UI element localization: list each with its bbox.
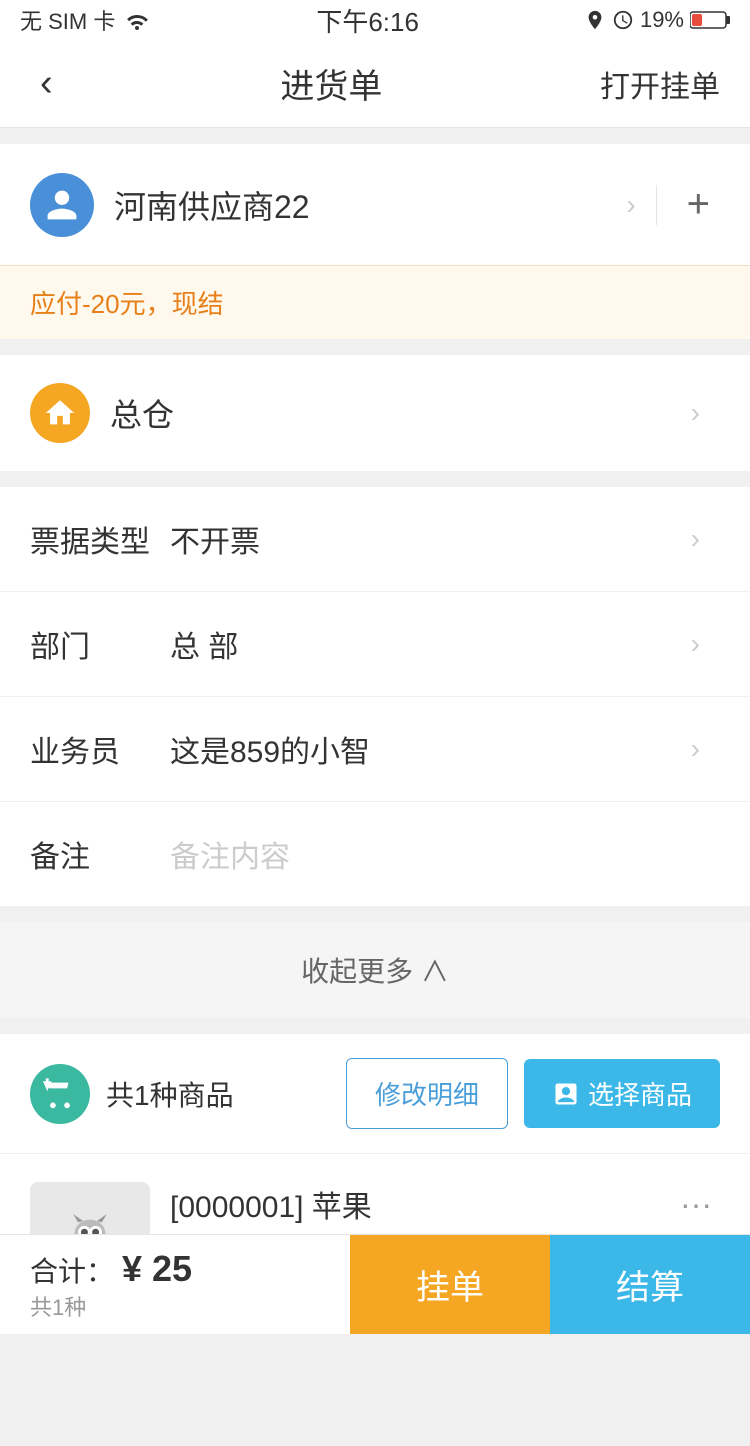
- warehouse-icon-wrap: [30, 383, 90, 443]
- supplier-avatar: [30, 173, 94, 237]
- wifi-icon: [123, 10, 151, 30]
- supplier-row[interactable]: 河南供应商22 › +: [0, 144, 750, 265]
- select-product-icon: [552, 1080, 580, 1108]
- total-prefix: 合计：: [30, 1250, 114, 1290]
- total-amount: ¥ 25: [122, 1248, 192, 1290]
- dept-value: 总 部: [160, 622, 691, 666]
- dept-row[interactable]: 部门 总 部 ›: [0, 592, 750, 697]
- sim-label: 无 SIM 卡: [20, 4, 115, 36]
- status-right: 19%: [584, 7, 730, 33]
- product-code: [0000001]: [170, 1191, 312, 1224]
- collapse-row[interactable]: 收起更多 ∧: [0, 922, 750, 1018]
- supplier-alert: 应付-20元，现结: [0, 265, 750, 339]
- collapse-label: 收起更多 ∧: [301, 950, 449, 990]
- status-time: 下午6:16: [316, 2, 419, 39]
- supplier-chevron-icon: ›: [626, 189, 635, 221]
- battery-label: 19%: [640, 7, 684, 33]
- status-bar: 无 SIM 卡 下午6:16 19%: [0, 0, 750, 40]
- nav-bar: ‹ 进货单 打开挂单: [0, 40, 750, 128]
- person-icon: [44, 187, 80, 223]
- invoice-row[interactable]: 票据类型 不开票 ›: [0, 487, 750, 592]
- agent-label: 业务员: [30, 727, 160, 771]
- alarm-icon: [612, 9, 634, 31]
- agent-chevron-icon: ›: [691, 733, 700, 765]
- bottom-bar: 合计： ¥ 25 共1种 挂单 结算: [0, 1234, 750, 1334]
- product-count: 共1种商品: [106, 1074, 330, 1114]
- total-label: 合计： ¥ 25: [30, 1248, 320, 1290]
- invoice-label: 票据类型: [30, 517, 160, 561]
- product-icon-wrap: [30, 1064, 90, 1124]
- total-sub: 共1种: [30, 1290, 320, 1322]
- remark-row[interactable]: 备注 备注内容: [0, 802, 750, 906]
- battery-icon: [690, 10, 730, 30]
- warehouse-chevron-icon: ›: [691, 397, 700, 429]
- invoice-chevron-icon: ›: [691, 523, 700, 555]
- product-title: 苹果: [312, 1191, 372, 1224]
- edit-detail-button[interactable]: 修改明细: [346, 1058, 508, 1129]
- agent-value: 这是859的小智: [160, 727, 691, 771]
- warehouse-name: 总仓: [110, 390, 691, 436]
- dept-label: 部门: [30, 622, 160, 666]
- divider: [656, 185, 657, 225]
- warehouse-row[interactable]: 总仓 ›: [0, 355, 750, 471]
- warehouse-section: 总仓 ›: [0, 355, 750, 471]
- product-header: 共1种商品 修改明细 选择商品: [0, 1034, 750, 1153]
- dept-chevron-icon: ›: [691, 628, 700, 660]
- select-product-label: 选择商品: [588, 1075, 692, 1112]
- add-button[interactable]: +: [677, 172, 720, 237]
- home-icon: [43, 396, 77, 430]
- hang-button[interactable]: 挂单: [350, 1235, 550, 1334]
- location-icon: [584, 9, 606, 31]
- total-section: 合计： ¥ 25 共1种: [0, 1235, 350, 1334]
- page-title: 进货单: [280, 59, 382, 108]
- product-name: [0000001] 苹果: [170, 1182, 652, 1226]
- cart-icon: [43, 1077, 77, 1111]
- select-product-button[interactable]: 选择商品: [524, 1059, 720, 1128]
- more-options-button[interactable]: ···: [672, 1182, 720, 1227]
- supplier-section: 河南供应商22 › + 应付-20元，现结: [0, 144, 750, 339]
- status-left: 无 SIM 卡: [20, 4, 151, 36]
- agent-row[interactable]: 业务员 这是859的小智 ›: [0, 697, 750, 802]
- remark-label: 备注: [30, 832, 160, 876]
- invoice-value: 不开票: [160, 517, 691, 561]
- form-section: 票据类型 不开票 › 部门 总 部 › 业务员 这是859的小智 › 备注 备注…: [0, 487, 750, 906]
- settle-button[interactable]: 结算: [550, 1235, 750, 1334]
- open-hang-button[interactable]: 打开挂单: [600, 62, 720, 106]
- back-button[interactable]: ‹: [30, 52, 63, 115]
- supplier-name: 河南供应商22: [114, 182, 626, 228]
- remark-input[interactable]: 备注内容: [160, 832, 720, 876]
